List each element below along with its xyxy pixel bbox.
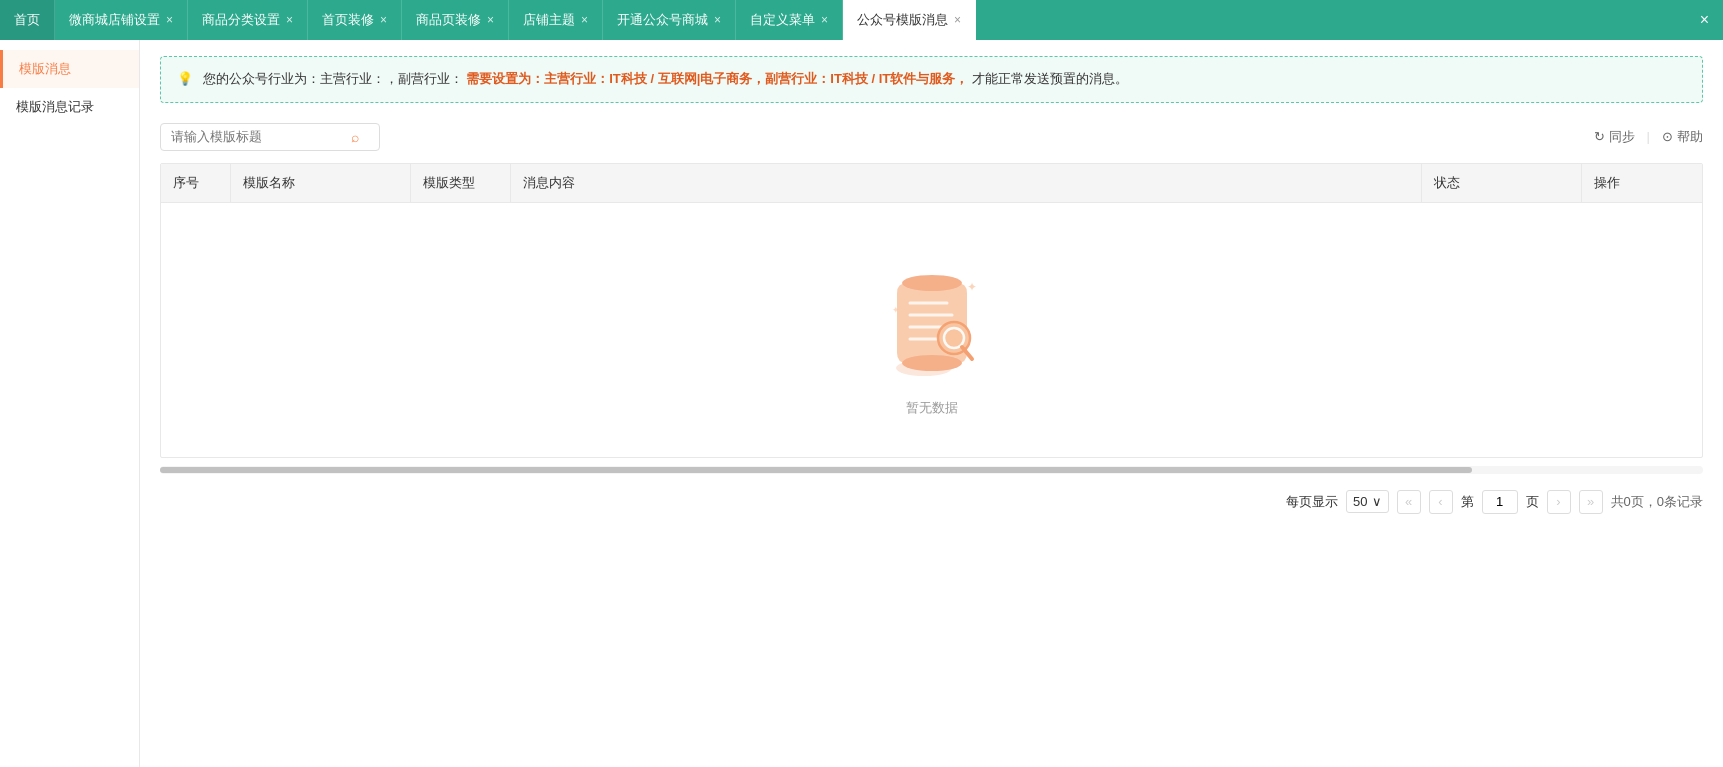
- tab-shop-theme[interactable]: 店铺主题 ×: [509, 0, 603, 40]
- close-tab-product-decoration[interactable]: ×: [487, 14, 494, 26]
- pagination: 每页显示 50 ∨ « ‹ 第 页 › » 共0页，0条记录: [160, 482, 1703, 518]
- svg-point-1: [902, 275, 962, 291]
- top-nav: 首页 微商城店铺设置 × 商品分类设置 × 首页装修 × 商品页装修 × 店铺主…: [0, 0, 1723, 40]
- close-tab-category-settings[interactable]: ×: [286, 14, 293, 26]
- close-tab-template-message[interactable]: ×: [954, 14, 961, 26]
- tab-template-message[interactable]: 公众号模版消息 ×: [843, 0, 976, 40]
- tab-category-settings[interactable]: 商品分类设置 ×: [188, 0, 308, 40]
- divider: |: [1647, 129, 1650, 144]
- scrollbar-thumb[interactable]: [160, 467, 1472, 473]
- search-box: ⌕: [160, 123, 380, 151]
- sidebar: 模版消息 模版消息记录: [0, 40, 140, 767]
- table-header: 序号 模版名称 模版类型 消息内容 状态 操作: [161, 164, 1702, 203]
- close-tab-open-wechat-mall[interactable]: ×: [714, 14, 721, 26]
- next-page-button[interactable]: ›: [1547, 490, 1571, 514]
- close-tab-homepage-decoration[interactable]: ×: [380, 14, 387, 26]
- tab-custom-menu[interactable]: 自定义菜单 ×: [736, 0, 843, 40]
- last-page-icon: »: [1587, 494, 1594, 509]
- horizontal-scrollbar[interactable]: [160, 466, 1703, 474]
- first-page-icon: «: [1405, 494, 1412, 509]
- last-page-button[interactable]: »: [1579, 490, 1603, 514]
- next-page-icon: ›: [1556, 494, 1560, 509]
- sync-icon: ↻: [1594, 129, 1605, 144]
- main-content: 💡 您的公众号行业为：主营行业：，副营行业： 需要设置为：主营行业：IT科技 /…: [140, 40, 1723, 767]
- sidebar-item-template-message-log[interactable]: 模版消息记录: [0, 88, 139, 126]
- close-tab-shop-theme[interactable]: ×: [581, 14, 588, 26]
- page-prefix: 第: [1461, 493, 1474, 511]
- bulb-icon: 💡: [177, 71, 193, 86]
- empty-state: ✦ ✦ 暂无数据: [161, 203, 1702, 457]
- col-status-header: 状态: [1422, 164, 1582, 202]
- sync-button[interactable]: ↻ 同步: [1594, 128, 1635, 146]
- page-size-select[interactable]: 50 ∨: [1346, 490, 1388, 513]
- col-content-header: 消息内容: [511, 164, 1422, 202]
- data-table: 序号 模版名称 模版类型 消息内容 状态 操作: [160, 163, 1703, 458]
- svg-text:✦: ✦: [967, 280, 977, 294]
- svg-point-2: [902, 355, 962, 371]
- empty-text: 暂无数据: [906, 399, 958, 417]
- page-unit: 页: [1526, 493, 1539, 511]
- tab-shop-settings[interactable]: 微商城店铺设置 ×: [55, 0, 188, 40]
- tab-open-wechat-mall[interactable]: 开通公众号商城 ×: [603, 0, 736, 40]
- tab-product-decoration[interactable]: 商品页装修 ×: [402, 0, 509, 40]
- page-layout: 模版消息 模版消息记录 💡 您的公众号行业为：主营行业：，副营行业： 需要设置为…: [0, 40, 1723, 767]
- page-number-input[interactable]: [1482, 490, 1518, 514]
- page-total: 共0页，0条记录: [1611, 493, 1703, 511]
- chevron-down-icon: ∨: [1372, 494, 1382, 509]
- toolbar: ⌕ ↻ 同步 | ⊙ 帮助: [160, 123, 1703, 151]
- search-icon[interactable]: ⌕: [351, 129, 359, 145]
- prev-page-icon: ‹: [1438, 494, 1442, 509]
- search-input[interactable]: [171, 129, 351, 144]
- svg-text:✦: ✦: [892, 305, 900, 315]
- toolbar-right: ↻ 同步 | ⊙ 帮助: [1594, 128, 1703, 146]
- prev-page-button[interactable]: ‹: [1429, 490, 1453, 514]
- close-tab-shop-settings[interactable]: ×: [166, 14, 173, 26]
- col-type-header: 模版类型: [411, 164, 511, 202]
- tab-home[interactable]: 首页: [0, 0, 55, 40]
- sidebar-item-template-message[interactable]: 模版消息: [0, 50, 139, 88]
- close-all-button[interactable]: ×: [1686, 11, 1723, 29]
- close-tab-custom-menu[interactable]: ×: [821, 14, 828, 26]
- col-action-header: 操作: [1582, 164, 1702, 202]
- empty-icon: ✦ ✦: [872, 263, 992, 383]
- notice-box: 💡 您的公众号行业为：主营行业：，副营行业： 需要设置为：主营行业：IT科技 /…: [160, 56, 1703, 103]
- tab-homepage-decoration[interactable]: 首页装修 ×: [308, 0, 402, 40]
- col-seq-header: 序号: [161, 164, 231, 202]
- notice-highlight: 需要设置为：主营行业：IT科技 / 互联网|电子商务，副营行业：IT科技 / I…: [466, 71, 968, 86]
- first-page-button[interactable]: «: [1397, 490, 1421, 514]
- col-name-header: 模版名称: [231, 164, 411, 202]
- help-button[interactable]: ⊙ 帮助: [1662, 128, 1703, 146]
- page-size-label: 每页显示: [1286, 493, 1338, 511]
- help-icon: ⊙: [1662, 129, 1673, 144]
